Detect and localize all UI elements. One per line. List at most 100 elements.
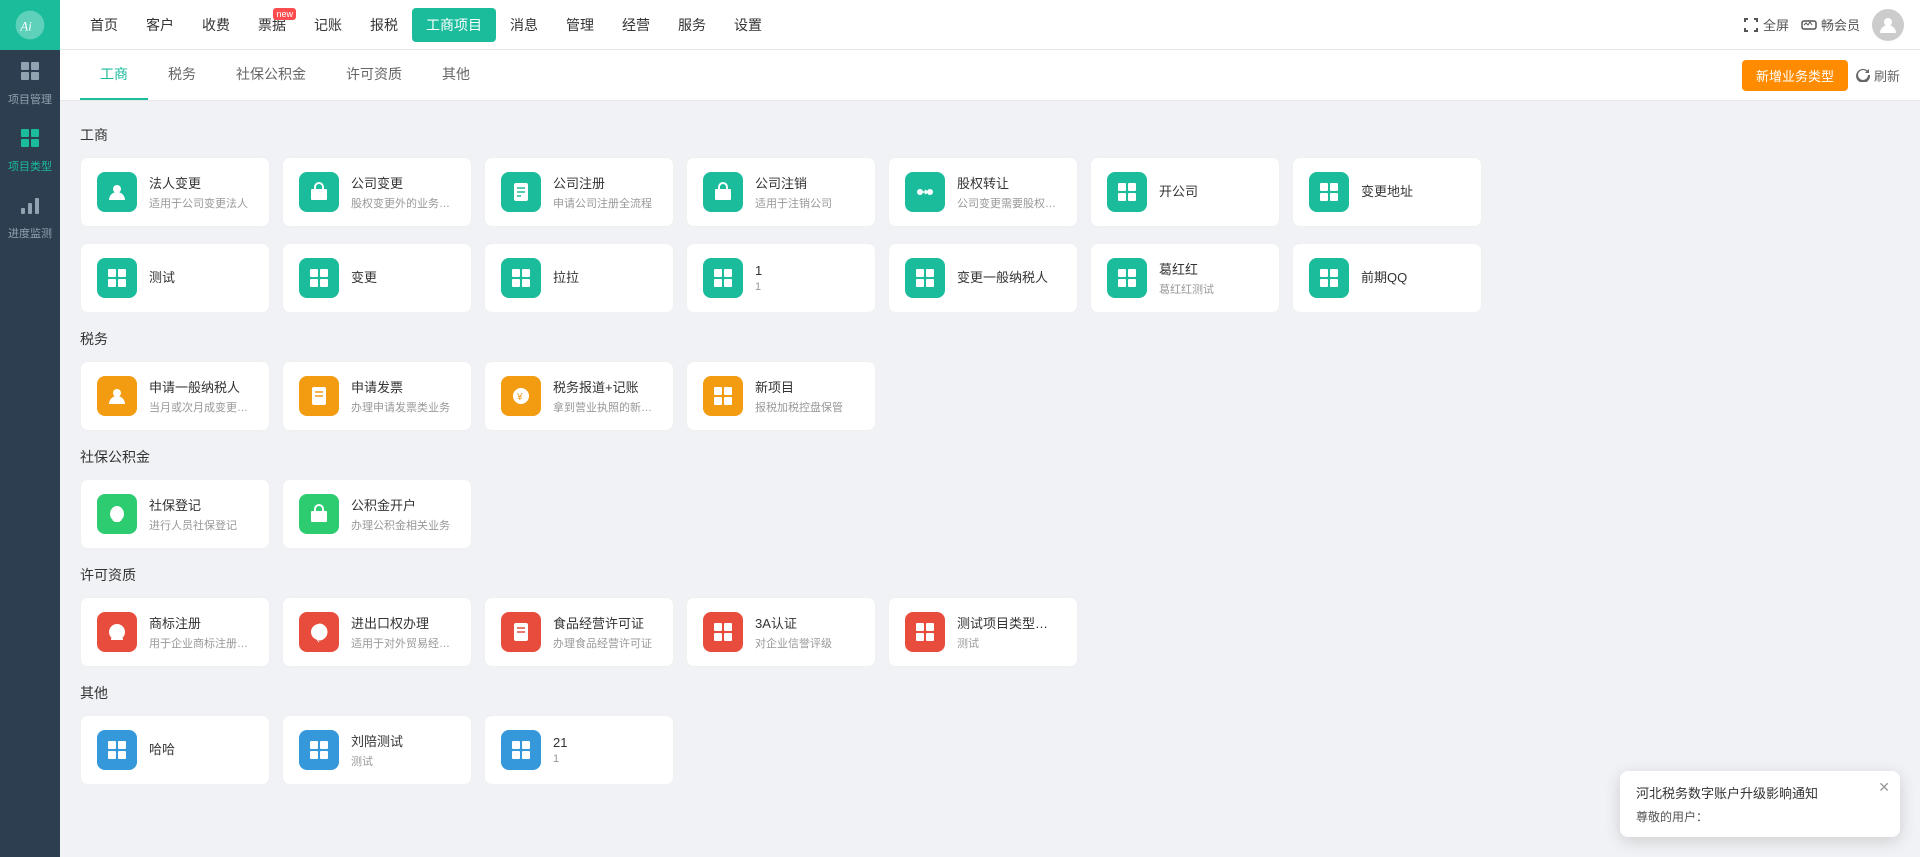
sidebar-label: 进度监测 <box>8 225 52 241</box>
card-icon-change-address <box>1309 172 1349 212</box>
fullscreen-btn[interactable]: 全屏 <box>1743 15 1789 34</box>
nav-operation[interactable]: 经营 <box>608 0 664 50</box>
card-company-register[interactable]: 公司注册 申请公司注册全流程 <box>484 157 674 227</box>
card-company-cancel[interactable]: 公司注销 适用于注销公司 <box>686 157 876 227</box>
card-name: 拉拉 <box>553 267 579 286</box>
card-name: 哈哈 <box>149 739 175 758</box>
refresh-button[interactable]: 刷新 <box>1856 66 1900 85</box>
nav-tax[interactable]: 报税 <box>356 0 412 50</box>
tab-industry[interactable]: 工商 <box>80 50 148 100</box>
card-name: 公司变更 <box>351 173 455 192</box>
card-icon-legal-change <box>97 172 137 212</box>
card-name: 测试 <box>149 267 175 286</box>
card-name: 税务报道+记账 <box>553 377 657 396</box>
card-apply-tax[interactable]: 申请一般纳税人 当月或次月成变更完成 <box>80 361 270 431</box>
tab-tax[interactable]: 税务 <box>148 50 216 100</box>
card-icon-change-tax <box>905 258 945 298</box>
card-open-company[interactable]: 开公司 <box>1090 157 1280 227</box>
new-badge: new <box>273 8 296 20</box>
nav-ticket[interactable]: 票据 new <box>244 0 300 50</box>
vip-btn[interactable]: 畅会员 <box>1801 15 1860 34</box>
card-one[interactable]: 1 1 <box>686 243 876 313</box>
nav-manage[interactable]: 管理 <box>552 0 608 50</box>
notification-desc: 尊敬的用户： <box>1636 808 1884 825</box>
card-desc: 1 <box>553 753 567 765</box>
card-icon-gehonghong <box>1107 258 1147 298</box>
card-twentyone[interactable]: 21 1 <box>484 715 674 785</box>
card-icon-lala <box>501 258 541 298</box>
card-equity-transfer[interactable]: 股权转让 公司变更需要股权转让 <box>888 157 1078 227</box>
card-name: 食品经营许可证 <box>553 613 652 632</box>
content-area: 工商 税务 社保公积金 许可资质 其他 新增业务类型 刷新 工商 <box>60 50 1920 857</box>
card-trademark[interactable]: 商标注册 用于企业商标注册服务 <box>80 597 270 667</box>
card-pre-qq[interactable]: 前期QQ <box>1292 243 1482 313</box>
card-lala[interactable]: 拉拉 <box>484 243 674 313</box>
license-cards: 商标注册 用于企业商标注册服务 进出口权办理 适用于对外贸易经营者 <box>80 597 1900 667</box>
logo[interactable]: Ai <box>0 0 60 50</box>
card-icon-company-change <box>299 172 339 212</box>
nav-message[interactable]: 消息 <box>496 0 552 50</box>
new-type-button[interactable]: 新增业务类型 <box>1742 60 1848 91</box>
card-haha[interactable]: 哈哈 <box>80 715 270 785</box>
card-apply-invoice[interactable]: 申请发票 办理申请发票类业务 <box>282 361 472 431</box>
sidebar-label: 项目管理 <box>8 91 52 107</box>
tax-cards: 申请一般纳税人 当月或次月成变更完成 申请发票 办理申请发票类业务 ¥ <box>80 361 1900 431</box>
social-cards: 社保登记 进行人员社保登记 公积金开户 办理公积金相关业务 <box>80 479 1900 549</box>
card-import-export[interactable]: 进出口权办理 适用于对外贸易经营者 <box>282 597 472 667</box>
industry-cards-row2: 测试 变更 <box>80 243 1900 313</box>
tabs-bar: 工商 税务 社保公积金 许可资质 其他 新增业务类型 刷新 <box>60 50 1920 101</box>
card-desc: 用于企业商标注册服务 <box>149 635 253 651</box>
nav-service[interactable]: 服务 <box>664 0 720 50</box>
card-social-register[interactable]: 社保登记 进行人员社保登记 <box>80 479 270 549</box>
card-icon-company-cancel <box>703 172 743 212</box>
card-liu-pei-test[interactable]: 刘陪测试 测试 <box>282 715 472 785</box>
tab-social-fund[interactable]: 社保公积金 <box>216 50 326 100</box>
card-tax-report[interactable]: ¥ 税务报道+记账 拿到营业执照的新公司 <box>484 361 674 431</box>
sidebar-item-progress[interactable]: 进度监测 <box>0 184 60 251</box>
card-new-project[interactable]: 新项目 报税加税控盘保管 <box>686 361 876 431</box>
card-desc: 公司变更需要股权转让 <box>957 195 1061 211</box>
card-desc: 当月或次月成变更完成 <box>149 399 253 415</box>
svg-text:¥: ¥ <box>516 392 523 403</box>
card-legal-change[interactable]: 法人变更 适用于公司变更法人 <box>80 157 270 227</box>
nav-industry[interactable]: 工商项目 <box>412 8 496 42</box>
card-icon-one <box>703 258 743 298</box>
card-desc: 办理食品经营许可证 <box>553 635 652 651</box>
card-name: 刘陪测试 <box>351 731 403 750</box>
tab-license[interactable]: 许可资质 <box>326 50 422 100</box>
card-icon-company-register <box>501 172 541 212</box>
nav-customer[interactable]: 客户 <box>132 0 188 50</box>
card-3a-cert[interactable]: 3A认证 对企业信誉评级 <box>686 597 876 667</box>
section-title-other: 其他 <box>80 683 1900 703</box>
card-gehonghong[interactable]: 葛红红 葛红红测试 <box>1090 243 1280 313</box>
card-company-change[interactable]: 公司变更 股权变更外的业务变更 <box>282 157 472 227</box>
nav-home[interactable]: 首页 <box>76 0 132 50</box>
nav-bookkeeping[interactable]: 记账 <box>300 0 356 50</box>
section-title-tax: 税务 <box>80 329 1900 349</box>
avatar[interactable] <box>1872 9 1904 41</box>
card-change-tax[interactable]: 变更一般纳税人 <box>888 243 1078 313</box>
card-test[interactable]: 测试 <box>80 243 270 313</box>
card-desc: 测试 <box>957 635 1061 651</box>
card-test-type[interactable]: 测试项目类型目定义 测试 <box>888 597 1078 667</box>
card-food-license[interactable]: 食品经营许可证 办理食品经营许可证 <box>484 597 674 667</box>
card-desc: 葛红红测试 <box>1159 281 1214 297</box>
tab-other[interactable]: 其他 <box>422 50 490 100</box>
card-icon-food-license <box>501 612 541 652</box>
notification-close-btn[interactable]: ✕ <box>1878 779 1890 796</box>
sidebar-item-project-manage[interactable]: 项目管理 <box>0 50 60 117</box>
card-icon-apply-tax <box>97 376 137 416</box>
card-name: 21 <box>553 735 567 750</box>
section-title-industry: 工商 <box>80 125 1900 145</box>
fullscreen-label: 全屏 <box>1763 15 1789 34</box>
card-name: 变更地址 <box>1361 181 1413 200</box>
nav-settings[interactable]: 设置 <box>720 0 776 50</box>
card-change[interactable]: 变更 <box>282 243 472 313</box>
sidebar-item-project-type[interactable]: 项目类型 <box>0 117 60 184</box>
card-change-address[interactable]: 变更地址 <box>1292 157 1482 227</box>
card-fund-open[interactable]: 公积金开户 办理公积金相关业务 <box>282 479 472 549</box>
project-manage-icon <box>19 60 41 87</box>
card-name: 公积金开户 <box>351 495 450 514</box>
card-icon-test <box>97 258 137 298</box>
nav-billing[interactable]: 收费 <box>188 0 244 50</box>
